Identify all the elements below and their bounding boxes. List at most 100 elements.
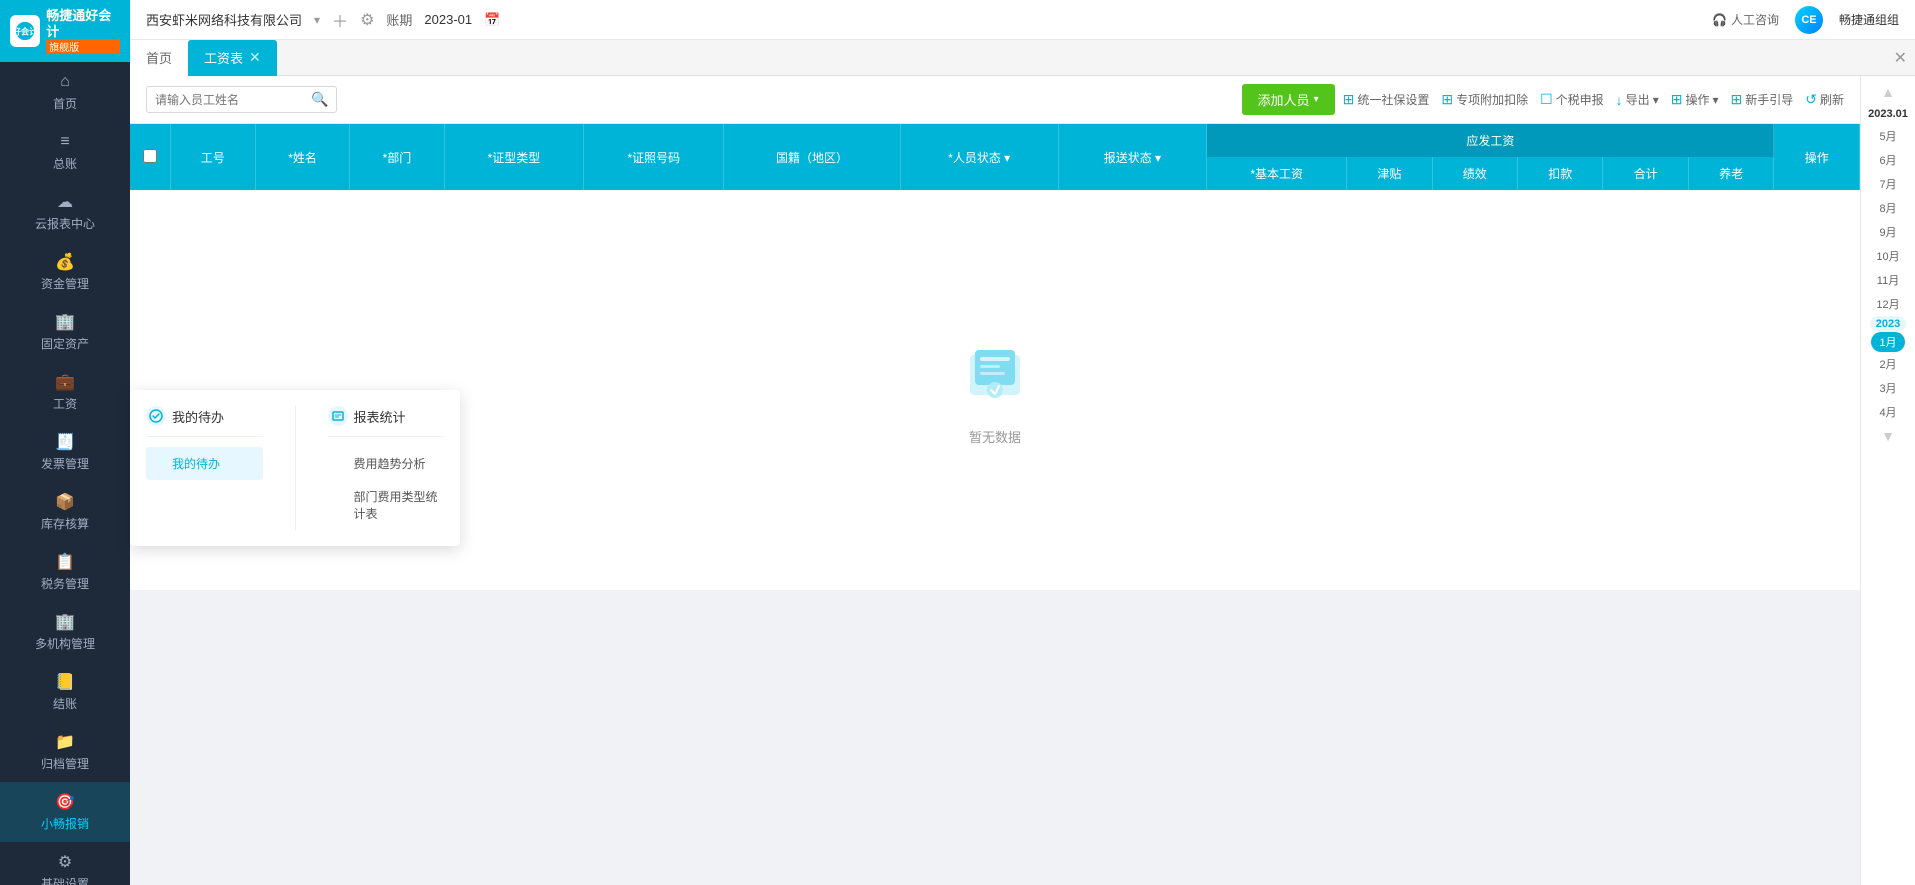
timeline-month-3[interactable]: 3月 <box>1879 376 1896 400</box>
ledger-icon: ≡ <box>55 132 75 152</box>
period-calendar-icon[interactable]: 📅 <box>484 12 500 28</box>
sidebar-logo[interactable]: 好会计 畅捷通好会计 旗舰版 <box>0 0 130 62</box>
sidebar-item-invoice[interactable]: 🧾 发票管理 <box>0 422 130 482</box>
tab-bar: 首页 工资表 ✕ ✕ <box>130 40 1915 76</box>
company-name: 西安虾米网络科技有限公司 <box>146 10 302 29</box>
special-deduction-button[interactable]: ⊞ 专项附加扣除 <box>1441 91 1528 108</box>
add-person-button[interactable]: 添加人员 ▾ <box>1242 84 1335 115</box>
tab-close-icon[interactable]: ✕ <box>249 49 261 66</box>
col-nationality: 国籍（地区） <box>724 124 901 190</box>
sidebar-item-fund[interactable]: 💰 资金管理 <box>0 242 130 302</box>
toolbar: 🔍 添加人员 ▾ ⊞ 统一社保设置 ⊞ 专项附加扣除 ☐ <box>130 76 1860 124</box>
cloud-icon: ☁ <box>55 192 75 212</box>
export-button[interactable]: ↓ 导出 ▾ <box>1616 91 1659 108</box>
sidebar-item-label: 多机构管理 <box>35 635 95 652</box>
avatar-text: CE <box>1801 14 1816 26</box>
sidebar-nav: ⌂ 首页 ≡ 总账 ☁ 云报表中心 💰 资金管理 🏢 固定资产 💼 工资 🧾 发… <box>0 62 130 885</box>
sidebar-item-multi-org[interactable]: 🏢 多机构管理 <box>0 602 130 662</box>
popup-item-cost-trend[interactable]: 费用趋势分析 <box>328 447 445 480</box>
tax-filing-icon: ☐ <box>1540 91 1553 108</box>
archive-icon: 📁 <box>55 732 75 752</box>
operation-arrow-icon: ▾ <box>1712 93 1718 107</box>
sidebar-item-archive[interactable]: 📁 归档管理 <box>0 722 130 782</box>
period-value: 2023-01 <box>424 12 472 27</box>
popup-item-todo[interactable]: 我的待办 <box>146 447 263 480</box>
social-security-button[interactable]: ⊞ 统一社保设置 <box>1343 91 1430 108</box>
search-box: 🔍 <box>146 86 337 113</box>
salary-icon: 💼 <box>55 372 75 392</box>
popup-item-dept-cost[interactable]: 部门费用类型统计表 <box>328 480 445 530</box>
tab-bar-close-icon[interactable]: ✕ <box>1894 48 1907 68</box>
col-allowance: 津贴 <box>1347 157 1432 190</box>
assets-icon: 🏢 <box>55 312 75 332</box>
timeline-month-2[interactable]: 2月 <box>1879 352 1896 376</box>
inventory-icon: 📦 <box>55 492 75 512</box>
sidebar-item-label: 税务管理 <box>41 575 89 592</box>
social-security-icon: ⊞ <box>1343 91 1355 108</box>
multi-org-icon: 🏢 <box>55 612 75 632</box>
timeline-month-12[interactable]: 12月 <box>1876 292 1899 316</box>
col-status[interactable]: *人员状态 ▾ <box>900 124 1058 190</box>
tab-salary[interactable]: 工资表 ✕ <box>188 40 277 76</box>
timeline-month-4[interactable]: 4月 <box>1879 400 1896 424</box>
company-dropdown-arrow[interactable]: ▾ <box>314 13 320 27</box>
service-button[interactable]: 🎧 人工咨询 <box>1712 11 1779 28</box>
popup-section-report-header: 报表统计 <box>328 406 445 437</box>
refresh-button[interactable]: ↺ 刷新 <box>1805 91 1844 108</box>
timeline-sidebar: ▲ 2023.01 5月 6月 7月 8月 9月 10月 11月 12月 202… <box>1860 76 1915 885</box>
timeline-month-5[interactable]: 5月 <box>1879 124 1896 148</box>
timeline-prev-button[interactable]: ▲ <box>1877 80 1899 104</box>
search-input[interactable] <box>155 93 305 107</box>
sidebar-item-salary[interactable]: 💼 工资 <box>0 362 130 422</box>
popup-row: 我的待办 我的待办 报表统计 费用趋势分析 部门费用类型统计表 <box>146 406 444 530</box>
timeline-year-label: 2023.01 <box>1868 104 1908 124</box>
col-performance: 绩效 <box>1432 157 1517 190</box>
col-total: 合计 <box>1603 157 1688 190</box>
operation-button[interactable]: ⊞ 操作 ▾ <box>1671 91 1719 108</box>
user-avatar[interactable]: CE <box>1795 6 1823 34</box>
col-id-type: *证型类型 <box>444 124 584 190</box>
col-report-status[interactable]: 报送状态 ▾ <box>1058 124 1207 190</box>
tax-filing-button[interactable]: ☐ 个税申报 <box>1540 91 1604 108</box>
sidebar-item-cloud-report[interactable]: ☁ 云报表中心 <box>0 182 130 242</box>
sidebar-item-inventory[interactable]: 📦 库存核算 <box>0 482 130 542</box>
expense-icon: 🎯 <box>55 792 75 812</box>
sidebar-item-label: 归档管理 <box>41 755 89 772</box>
timeline-month-6[interactable]: 6月 <box>1879 148 1896 172</box>
timeline-next-button[interactable]: ▼ <box>1877 424 1899 448</box>
guide-button[interactable]: ⊞ 新手引导 <box>1731 91 1794 108</box>
sidebar-item-label: 资金管理 <box>41 275 89 292</box>
timeline-month-10[interactable]: 10月 <box>1876 244 1899 268</box>
col-employee-id: 工号 <box>170 124 255 190</box>
sidebar-item-home[interactable]: ⌂ 首页 <box>0 62 130 122</box>
closing-icon: 📒 <box>55 672 75 692</box>
timeline-month-8[interactable]: 8月 <box>1879 196 1896 220</box>
sidebar-item-expense[interactable]: 🎯 小畅报销 <box>0 782 130 842</box>
sidebar-item-assets[interactable]: 🏢 固定资产 <box>0 302 130 362</box>
sidebar-item-label: 发票管理 <box>41 455 89 472</box>
col-dept: *部门 <box>350 124 444 190</box>
timeline-month-11[interactable]: 11月 <box>1877 268 1899 292</box>
sidebar-item-label: 云报表中心 <box>35 215 95 232</box>
timeline-month-1[interactable]: 1月 <box>1871 332 1904 352</box>
sidebar-item-tax[interactable]: 📋 税务管理 <box>0 542 130 602</box>
sidebar-item-settings[interactable]: ⚙ 基础设置 <box>0 842 130 885</box>
svg-text:好会计: 好会计 <box>14 27 36 37</box>
service-label: 人工咨询 <box>1731 11 1779 28</box>
tab-home-label: 首页 <box>146 48 172 67</box>
tab-home[interactable]: 首页 <box>130 40 188 76</box>
social-security-label: 统一社保设置 <box>1357 91 1429 108</box>
table-header-row1: 工号 *姓名 *部门 *证型类型 *证照号码 国籍（地区） *人员状态 ▾ 报送… <box>130 124 1860 157</box>
sidebar-item-closing[interactable]: 📒 结账 <box>0 662 130 722</box>
export-arrow-icon: ▾ <box>1653 93 1659 107</box>
add-company-button[interactable]: ＋ <box>332 8 348 32</box>
select-all-checkbox[interactable] <box>143 149 157 163</box>
company-settings-button[interactable]: ⚙ <box>360 10 374 30</box>
sidebar-item-label: 小畅报销 <box>41 815 89 832</box>
checkbox-header[interactable] <box>130 124 170 190</box>
export-icon: ↓ <box>1616 92 1623 108</box>
timeline-month-7[interactable]: 7月 <box>1879 172 1896 196</box>
sidebar-item-ledger[interactable]: ≡ 总账 <box>0 122 130 182</box>
timeline-month-9[interactable]: 9月 <box>1879 220 1896 244</box>
search-icon[interactable]: 🔍 <box>311 91 328 108</box>
